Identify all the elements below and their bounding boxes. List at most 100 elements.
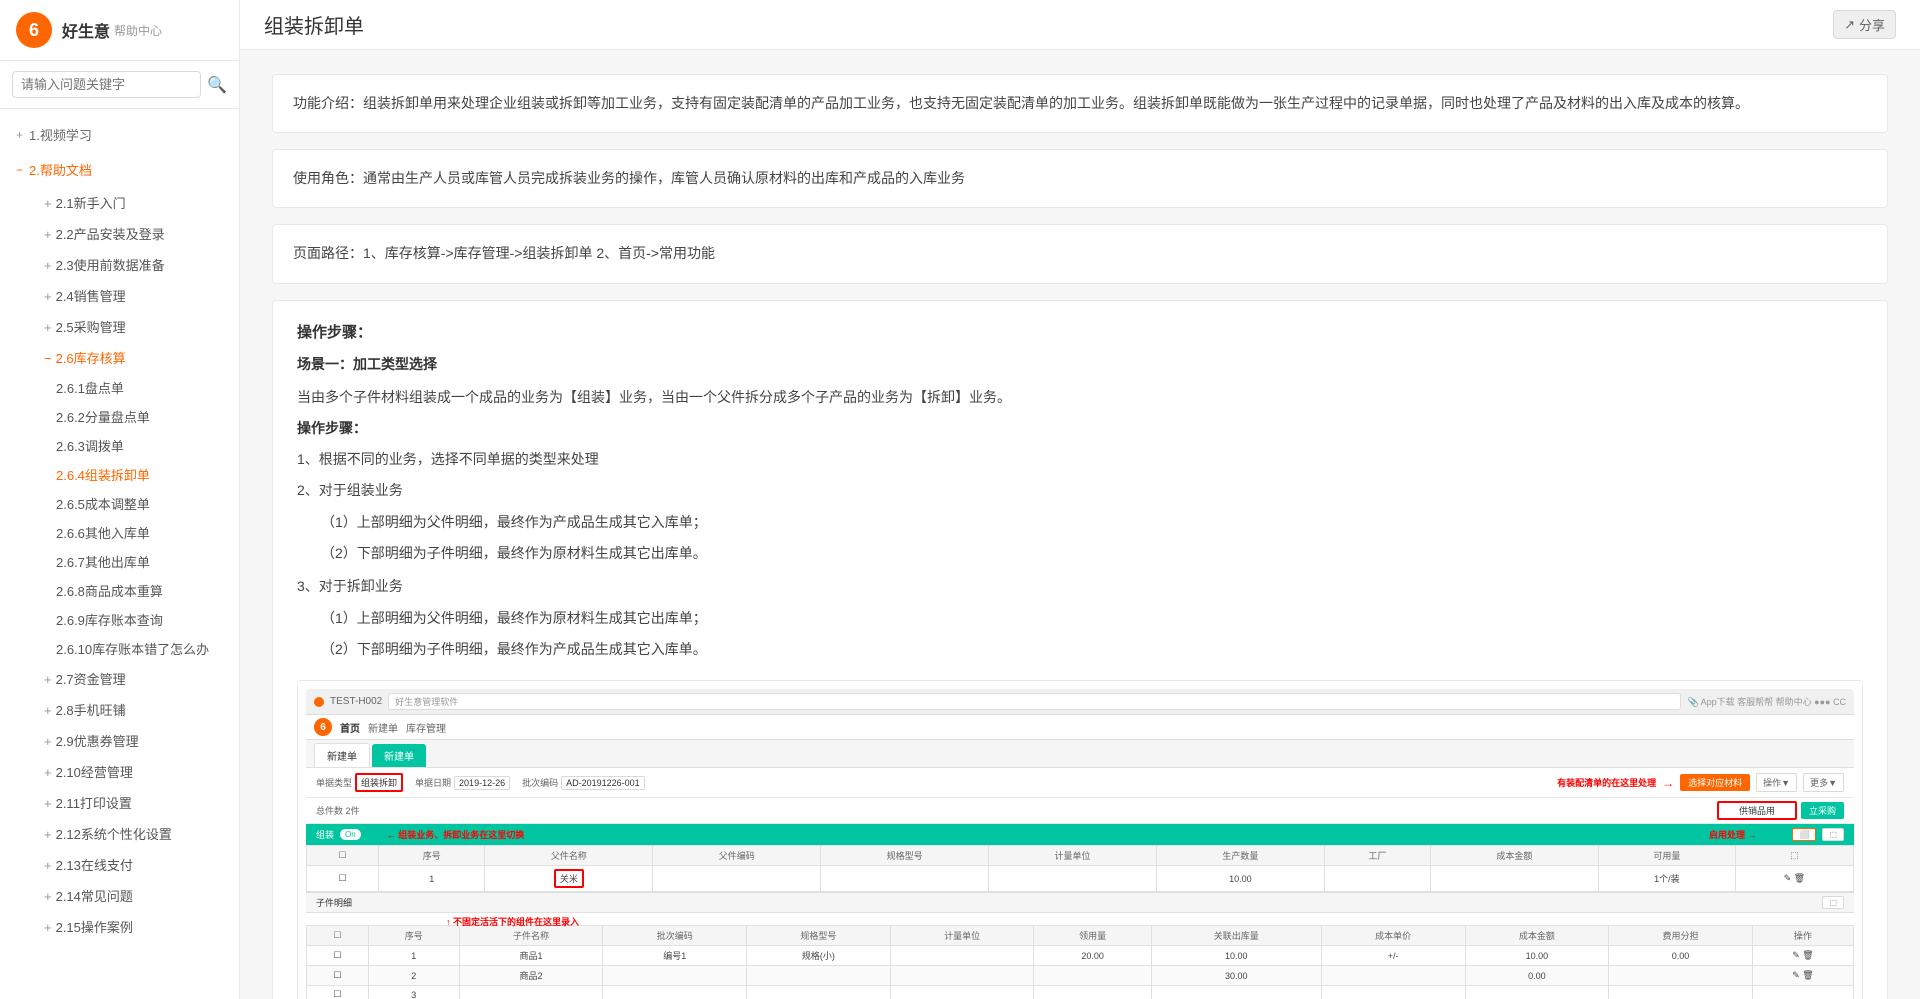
action-btn-1[interactable]: 操作▼ [1756,773,1797,792]
sidebar-item-stocktake[interactable]: 2.6.1盘点单 [40,373,239,402]
search-button[interactable]: 🔍 [207,75,227,95]
sidebar-item-cases[interactable]: +2.15操作案例 [28,911,239,942]
nav-section-2: − 2.帮助文档 +2.1新手入门 +2.2产品安装及登录 +2.3使用前数据准… [0,152,239,942]
sidebar-item-mobile[interactable]: +2.8手机旺铺 [28,694,239,725]
sidebar-item-transfer[interactable]: 2.6.3调拨单 [40,431,239,460]
c3-10 [1465,986,1609,999]
confirm-btn[interactable]: 立采购 [1801,802,1844,819]
arrow-1: → [1662,776,1674,790]
sidebar-item-install[interactable]: +2.2产品安装及登录 [28,218,239,249]
nav-section-1: + 1.视频学习 [0,117,239,152]
child-row-1: ☐ 1 商品1 编号1 规格(小) 20.00 10.00 +/- 10. [307,946,1854,966]
child-expand-btn[interactable]: ⬚ [1822,896,1844,909]
sidebar-item-label-2: 2.帮助文档 [29,160,92,179]
sidebar-item-coupon[interactable]: +2.9优惠券管理 [28,725,239,756]
c3-11 [1609,986,1753,999]
c3-3 [459,986,603,999]
child-col-cost-unit: 成本单价 [1321,926,1465,946]
parent-factory-1[interactable] [1324,866,1430,892]
field-type-label: 单据类型 [316,776,352,789]
sidebar-item-cost-recalc[interactable]: 2.6.8商品成本重算 [40,576,239,605]
sidebar-item-help-docs[interactable]: − 2.帮助文档 [0,152,239,187]
child-name-2: 商品2 [459,966,603,986]
child-unit-2 [890,966,1034,986]
sidebar-item-sales[interactable]: +2.4销售管理 [28,280,239,311]
child-col-qty: 领用量 [1034,926,1151,946]
share-button[interactable]: ↗ 分享 [1833,10,1896,39]
child-section-header: 子件明细 ↑ 不固定活活下的组件在这里录入 ⬚ [306,892,1854,913]
parent-op-1[interactable]: ✎ 🗑 [1735,866,1853,892]
select-material-btn[interactable]: 选择对应材料 [1680,774,1750,791]
sidebar-item-custom[interactable]: +2.12系统个性化设置 [28,818,239,849]
sidebar-item-finance[interactable]: +2.7资金管理 [28,663,239,694]
sidebar-item-stock-fix[interactable]: 2.6.10库存账本错了怎么办 [40,634,239,663]
parent-unit-1[interactable] [989,866,1157,892]
action-btn-2[interactable]: 更多▼ [1803,773,1844,792]
parent-code-1[interactable] [653,866,821,892]
sidebar-item-weight-stock[interactable]: 2.6.2分量盘点单 [40,402,239,431]
child-table-header: ☐ 序号 子件名称 批次编码 规格型号 计量单位 领用量 关联出库量 成本单价 [307,926,1854,946]
sidebar-item-payment[interactable]: +2.13在线支付 [28,849,239,880]
scene1-ops-title: 操作步骤： [297,418,1863,438]
child-op-1[interactable]: ✎ 🗑 [1752,946,1853,966]
search-material-input[interactable]: 供销品用 [1717,801,1797,820]
main-header: 组装拆卸单 ↗ 分享 [240,0,1920,50]
info-block-role: 使用角色：通常由生产人员或库管人员完成拆装业务的操作，库管人员确认原材料的出库和… [272,149,1888,208]
sidebar-item-new-user[interactable]: +2.1新手入门 [28,187,239,218]
enable-btn[interactable]: ⬜ [1792,828,1816,841]
info-block-path: 页面路径：1、库存核算->库存管理->组装拆卸单 2、首页->常用功能 [272,224,1888,283]
child-name-1: 商品1 [459,946,603,966]
sidebar-item-inventory[interactable]: −2.6库存核算 [28,342,239,373]
form-row-2: 总件数 2件 供销品用 立采购 [306,798,1854,824]
sidebar-item-stock-book[interactable]: 2.6.9库存账本查询 [40,605,239,634]
field-batch: 批次编码 AD-20191226-001 [522,776,645,790]
sidebar-item-cost-adjust[interactable]: 2.6.5成本调整单 [40,489,239,518]
tab-active[interactable]: 新建单 [314,743,370,767]
child-col-name: 子件名称 [459,926,603,946]
child-check-2[interactable]: ☐ [307,966,369,986]
sidebar-item-other-in[interactable]: 2.6.6其他入库单 [40,518,239,547]
sidebar-item-other-out[interactable]: 2.6.7其他出库单 [40,547,239,576]
app-logo-small: 6 [314,718,332,736]
parent-name-1: 关米 [485,866,653,892]
field-type-input[interactable]: 组装拆卸 [355,773,403,792]
child-check-1[interactable]: ☐ [307,946,369,966]
expand-btn[interactable]: ⬚ [1822,828,1844,841]
sidebar-item-video-learning[interactable]: + 1.视频学习 [0,117,239,152]
sidebar-item-assembly[interactable]: 2.6.4组装拆卸单 [40,460,239,489]
c3-1: ☐ [307,986,369,999]
sidebar-item-print[interactable]: +2.11打印设置 [28,787,239,818]
parent-name-input[interactable]: 关米 [554,869,584,888]
field-batch-input[interactable]: AD-20191226-001 [561,776,645,790]
child-col-seq: 序号 [368,926,459,946]
child-seq-2: 2 [368,966,459,986]
step-3-sub: （1）上部明细为父件明细，最终作为原材料生成其它出库单； （2）下部明细为子件明… [297,603,1863,664]
parent-avail-1[interactable]: 1个/装 [1598,866,1735,892]
parent-spec-1[interactable] [821,866,989,892]
sidebar-item-ops[interactable]: +2.10经营管理 [28,756,239,787]
child-op-2[interactable]: ✎ 🗑 [1752,966,1853,986]
toggle-switch[interactable]: On [340,829,361,840]
browser-icons: 📎 App下载 客服帮帮 帮助中心 ●●● CC [1687,695,1846,708]
toggle-section: 组装 On ← 组装业务、拆卸业务在这里切换 启用处理 → ⬜ ⬚ [306,824,1854,845]
step-1: 1、根据不同的业务，选择不同单据的类型来处理 [297,444,1863,475]
url-bar: 好生意管理软件 [388,693,1681,710]
parent-cost-1[interactable] [1431,866,1599,892]
sidebar-item-faq[interactable]: +2.14常见问题 [28,880,239,911]
sidebar-item-data-prep[interactable]: +2.3使用前数据准备 [28,249,239,280]
steps-list: 1、根据不同的业务，选择不同单据的类型来处理 2、对于组装业务 （1）上部明细为… [297,444,1863,664]
c3-7 [1034,986,1151,999]
share-icon: ↗ [1844,17,1855,33]
child-costamt-2: 0.00 [1465,966,1609,986]
search-input[interactable] [12,71,201,98]
parent-table-container: ☐ 序号 父件名称 父件编码 规格型号 计量单位 生产数量 工厂 成本金额 [306,845,1854,892]
parent-table-header: ☐ 序号 父件名称 父件编码 规格型号 计量单位 生产数量 工厂 成本金额 [307,846,1854,866]
parent-check-1[interactable]: ☐ [307,866,379,892]
tab-assembly[interactable]: 新建单 [372,744,426,767]
col-seq: 序号 [379,846,485,866]
col-parent-name: 父件名称 [485,846,653,866]
parent-qty-1[interactable]: 10.00 [1156,866,1324,892]
field-date-input[interactable]: 2019-12-26 [454,776,510,790]
sidebar-item-purchase[interactable]: +2.5采购管理 [28,311,239,342]
annotation-enter-text: ↑ 不固定活活下的组件在这里录入 [446,917,579,927]
